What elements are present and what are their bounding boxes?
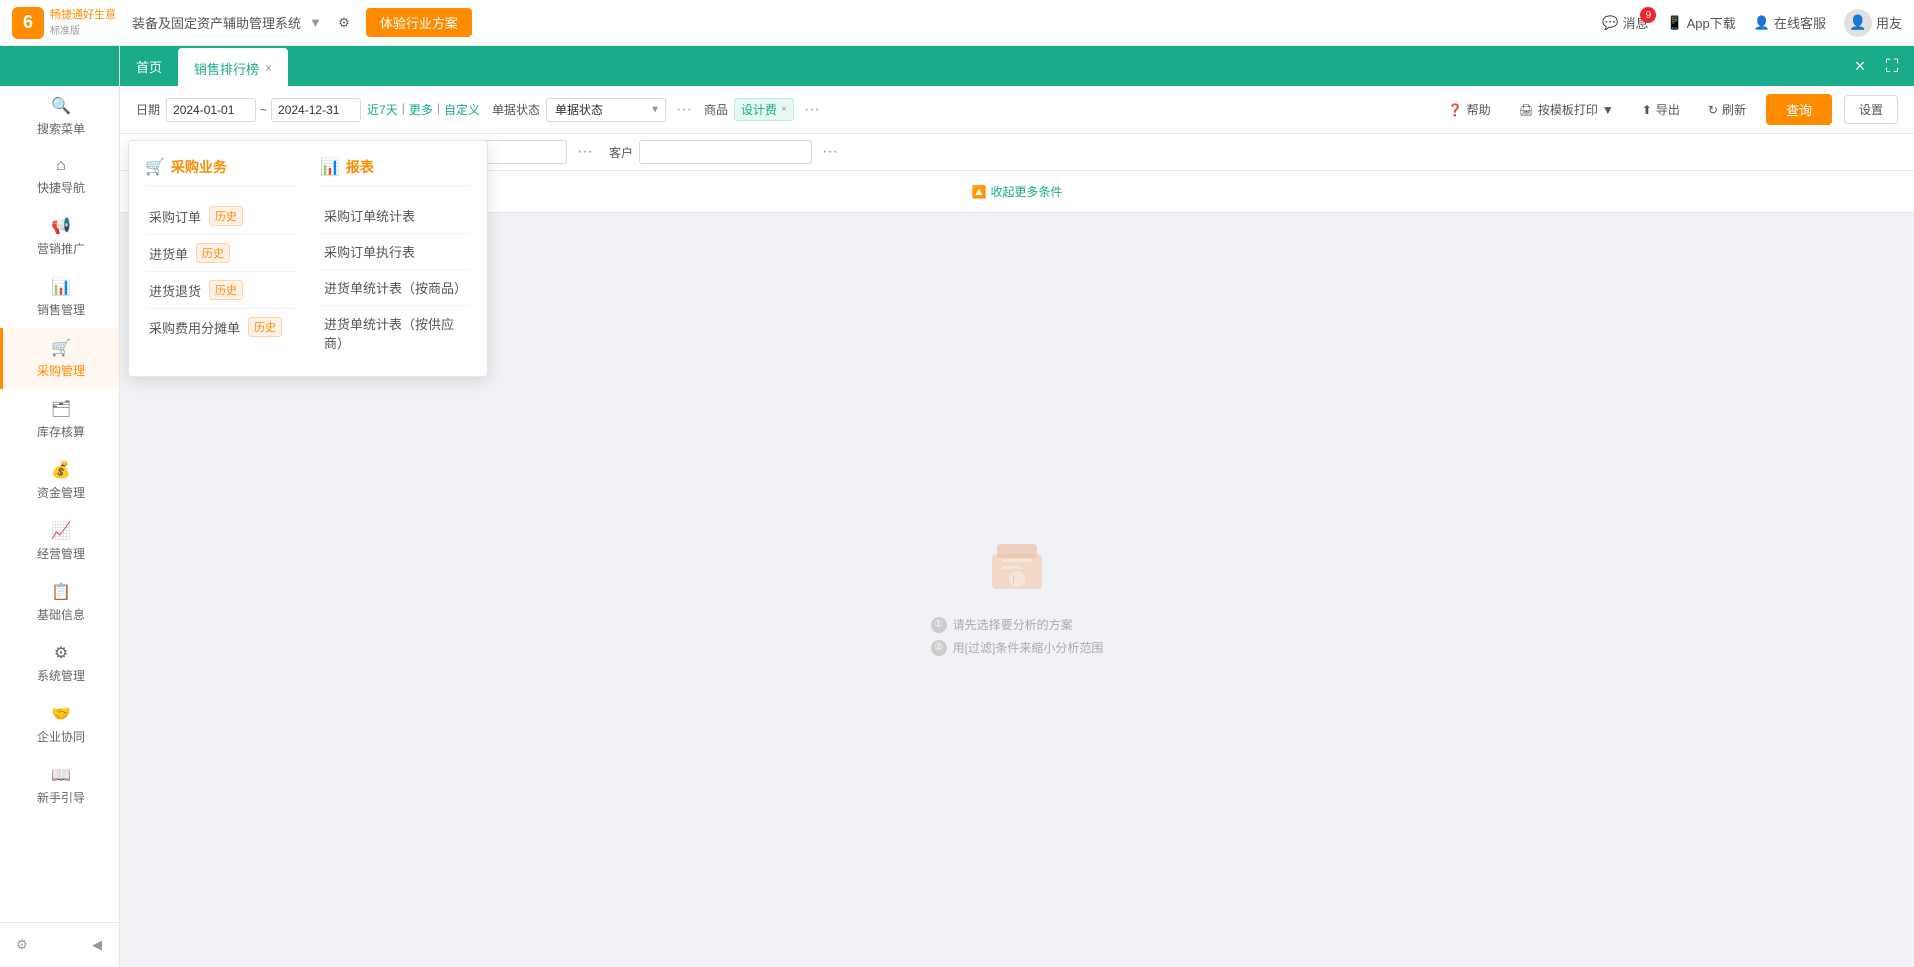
- dropdown-item-purchase-order-label: 采购订单: [149, 207, 201, 226]
- dropdown-col-report: 📊 报表 采购订单统计表 采购订单执行表 进货单统计表（按商品） 进货单统计表（…: [320, 157, 471, 360]
- dropdown-item-purchase-receipt-label: 进货单: [149, 244, 188, 263]
- history-badge-3: 历史: [248, 317, 282, 337]
- dropdown-col-report-title: 报表: [346, 157, 374, 177]
- purchase-dropdown-menu: 🛒 采购业务 采购订单 历史 进货单 历史 进货退货 历史 采购费用分摊单 历史: [128, 140, 488, 377]
- dropdown-col-purchase: 🛒 采购业务 采购订单 历史 进货单 历史 进货退货 历史 采购费用分摊单 历史: [145, 157, 296, 360]
- history-badge-1: 历史: [196, 243, 230, 263]
- history-badge-2: 历史: [209, 280, 243, 300]
- dropdown-item-report-1[interactable]: 采购订单执行表: [320, 234, 471, 270]
- dropdown-col-purchase-title: 采购业务: [171, 157, 227, 177]
- dropdown-item-report-3[interactable]: 进货单统计表（按供应商）: [320, 306, 471, 360]
- dropdown-item-purchase-expense[interactable]: 采购费用分摊单 历史: [145, 309, 296, 345]
- dropdown-item-purchase-order[interactable]: 采购订单 历史: [145, 198, 296, 235]
- dropdown-item-report-2-label: 进货单统计表（按商品）: [324, 278, 467, 297]
- dropdown-item-report-0-label: 采购订单统计表: [324, 206, 415, 225]
- dropdown-item-report-1-label: 采购订单执行表: [324, 242, 415, 261]
- dropdown-item-purchase-receipt[interactable]: 进货单 历史: [145, 235, 296, 272]
- purchase-header-icon: 🛒: [145, 157, 165, 177]
- dropdown-item-report-0[interactable]: 采购订单统计表: [320, 198, 471, 234]
- report-header-icon: 📊: [320, 157, 340, 177]
- dropdown-item-purchase-expense-label: 采购费用分摊单: [149, 318, 240, 337]
- dropdown-cols: 🛒 采购业务 采购订单 历史 进货单 历史 进货退货 历史 采购费用分摊单 历史: [145, 157, 471, 360]
- dropdown-col-purchase-header: 🛒 采购业务: [145, 157, 296, 186]
- dropdown-item-purchase-return[interactable]: 进货退货 历史: [145, 272, 296, 309]
- dropdown-item-purchase-return-label: 进货退货: [149, 281, 201, 300]
- dropdown-item-report-2[interactable]: 进货单统计表（按商品）: [320, 270, 471, 306]
- dropdown-col-report-header: 📊 报表: [320, 157, 471, 186]
- dropdown-item-report-3-label: 进货单统计表（按供应商）: [324, 314, 467, 352]
- history-badge-0: 历史: [209, 206, 243, 226]
